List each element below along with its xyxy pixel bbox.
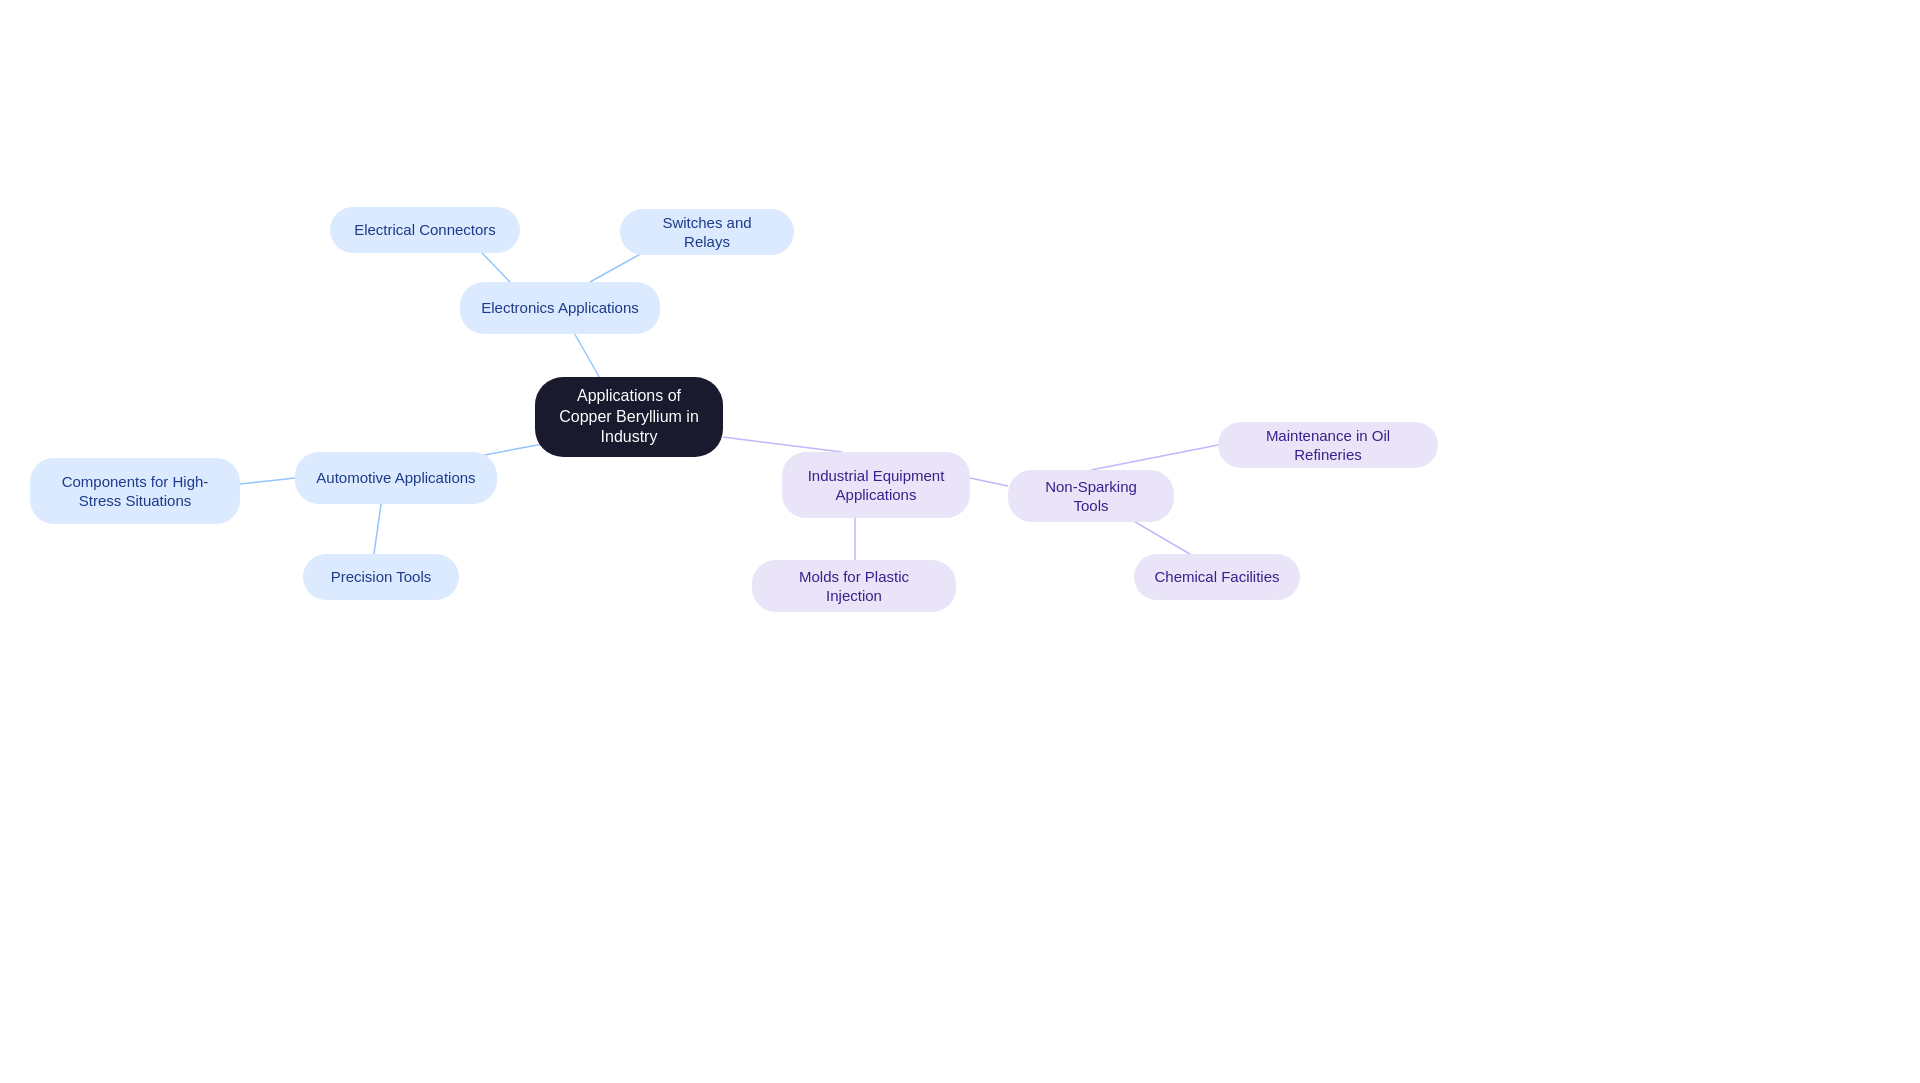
center-node[interactable]: Applications of Copper Beryllium in Indu… xyxy=(535,377,723,457)
molds-plastic-label: Molds for Plastic Injection xyxy=(772,567,936,606)
electronics-node[interactable]: Electronics Applications xyxy=(460,282,660,334)
switches-relays-node[interactable]: Switches and Relays xyxy=(620,209,794,255)
industrial-equipment-node[interactable]: Industrial Equipment Applications xyxy=(782,452,970,518)
electrical-connectors-label: Electrical Connectors xyxy=(354,220,496,240)
industrial-equipment-label: Industrial Equipment Applications xyxy=(802,466,950,505)
svg-line-6 xyxy=(723,437,842,452)
maintenance-oil-node[interactable]: Maintenance in Oil Refineries xyxy=(1218,422,1438,468)
svg-line-5 xyxy=(374,504,381,554)
svg-line-8 xyxy=(970,478,1008,486)
svg-line-4 xyxy=(240,478,295,484)
electronics-label: Electronics Applications xyxy=(481,298,639,318)
chemical-facilities-label: Chemical Facilities xyxy=(1154,567,1279,587)
precision-tools-label: Precision Tools xyxy=(331,567,432,587)
non-sparking-label: Non-Sparking Tools xyxy=(1028,477,1154,516)
svg-line-9 xyxy=(1091,445,1218,470)
precision-tools-node[interactable]: Precision Tools xyxy=(303,554,459,600)
automotive-node[interactable]: Automotive Applications xyxy=(295,452,497,504)
components-highstress-node[interactable]: Components for High-Stress Situations xyxy=(30,458,240,524)
chemical-facilities-node[interactable]: Chemical Facilities xyxy=(1134,554,1300,600)
maintenance-oil-label: Maintenance in Oil Refineries xyxy=(1238,426,1418,465)
components-highstress-label: Components for High-Stress Situations xyxy=(50,472,220,511)
electrical-connectors-node[interactable]: Electrical Connectors xyxy=(330,207,520,253)
molds-plastic-node[interactable]: Molds for Plastic Injection xyxy=(752,560,956,612)
switches-relays-label: Switches and Relays xyxy=(640,213,774,252)
automotive-label: Automotive Applications xyxy=(316,468,475,488)
non-sparking-node[interactable]: Non-Sparking Tools xyxy=(1008,470,1174,522)
center-label: Applications of Copper Beryllium in Indu… xyxy=(555,386,703,448)
